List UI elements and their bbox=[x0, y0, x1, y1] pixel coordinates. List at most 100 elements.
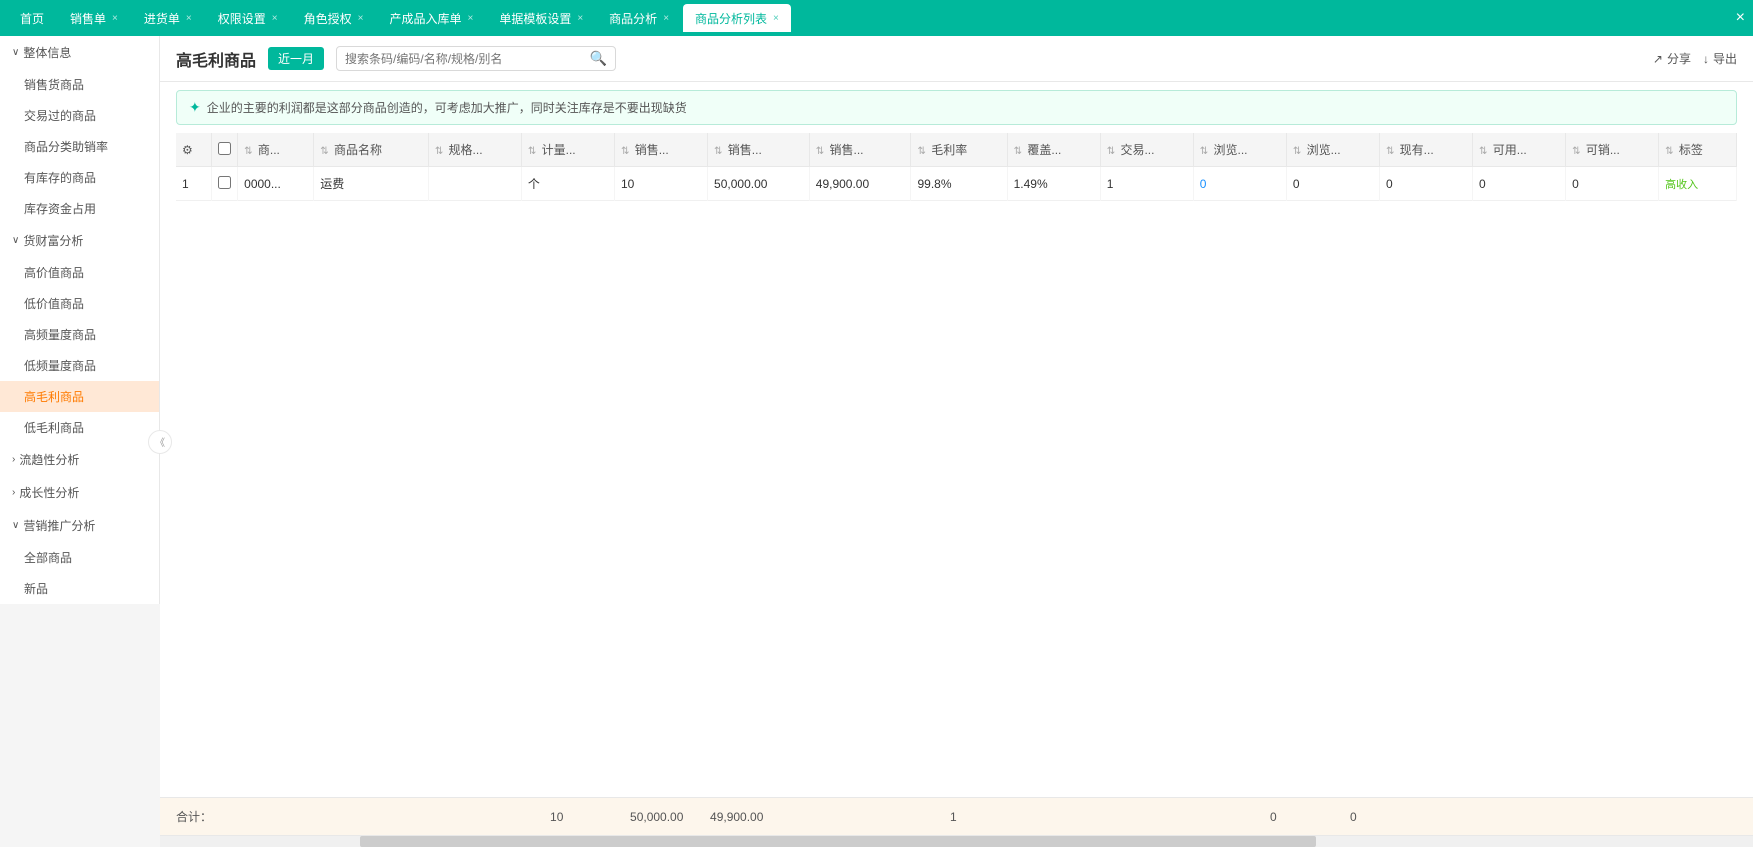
nav-tab-products[interactable]: 产成品入库单 × bbox=[377, 4, 485, 32]
info-banner: ✦ 企业的主要的利润都是这部分商品创造的，可考虑加大推广，同时关注库存是不要出现… bbox=[176, 90, 1737, 125]
sidebar-item-high-freq[interactable]: 高频量度商品 bbox=[0, 319, 159, 350]
cell-tag: 高收入 bbox=[1659, 167, 1737, 201]
sort-tag-icon: ⇅ bbox=[1665, 146, 1673, 157]
arrow-growth: › bbox=[12, 487, 15, 498]
sidebar-group-trend[interactable]: › 流趋性分析 bbox=[0, 443, 159, 476]
content-area: 高毛利商品 近一月 🔍 ↗ 分享 ↓ 导出 ✦ 企业的主要的利润都是这部分商品创… bbox=[160, 36, 1753, 847]
cell-saleable: 0 bbox=[1566, 167, 1659, 201]
col-tag[interactable]: ⇅ 标签 bbox=[1659, 133, 1737, 167]
close-analysis-tab[interactable]: × bbox=[663, 13, 669, 24]
col-sales-amount[interactable]: ⇅ 销售... bbox=[708, 133, 810, 167]
sidebar-item-new-goods[interactable]: 新品 bbox=[0, 573, 159, 604]
footer-sales-cost: 49,900.00 bbox=[704, 810, 784, 824]
main-layout: ∨ 整体信息 销售货商品 交易过的商品 商品分类助销率 有库存的商品 库存资金占… bbox=[0, 36, 1753, 847]
row-checkbox[interactable] bbox=[218, 176, 231, 189]
cell-sales-cost: 49,900.00 bbox=[809, 167, 911, 201]
footer-cells: 10 50,000.00 49,900.00 1 0 0 bbox=[224, 810, 1737, 824]
share-button[interactable]: ↗ 分享 bbox=[1653, 50, 1691, 67]
sidebar-group-marketing[interactable]: ∨ 营销推广分析 bbox=[0, 509, 159, 542]
sidebar-item-high-margin[interactable]: 高毛利商品 bbox=[0, 381, 159, 412]
close-all-tabs[interactable]: × bbox=[1736, 9, 1745, 27]
select-all-checkbox[interactable] bbox=[218, 142, 231, 155]
sort-name-icon: ⇅ bbox=[320, 146, 328, 157]
col-settings[interactable]: ⚙ bbox=[176, 133, 212, 167]
footer-sales-qty: 10 bbox=[544, 810, 624, 824]
close-purchase-tab[interactable]: × bbox=[186, 13, 192, 24]
nav-tab-templates[interactable]: 单据模板设置 × bbox=[487, 4, 595, 32]
nav-tab-analysis[interactable]: 商品分析 × bbox=[597, 4, 681, 32]
sidebar-item-traded-goods[interactable]: 交易过的商品 bbox=[0, 100, 159, 131]
sort-unit-icon: ⇅ bbox=[528, 146, 536, 157]
col-sales-cost[interactable]: ⇅ 销售... bbox=[809, 133, 911, 167]
sidebar-wrapper: ∨ 整体信息 销售货商品 交易过的商品 商品分类助销率 有库存的商品 库存资金占… bbox=[0, 36, 160, 847]
sort-browse2-icon: ⇅ bbox=[1293, 146, 1301, 157]
sidebar-group-financial[interactable]: ∨ 货财富分析 bbox=[0, 224, 159, 257]
col-sales-qty[interactable]: ⇅ 销售... bbox=[614, 133, 707, 167]
tag-badge: 高收入 bbox=[1665, 179, 1698, 191]
cell-unit: 个 bbox=[521, 167, 614, 201]
footer-spacer-6 bbox=[864, 810, 944, 824]
nav-tab-permissions[interactable]: 权限设置 × bbox=[206, 4, 290, 32]
info-icon: ✦ bbox=[189, 99, 201, 116]
cell-spec bbox=[428, 167, 521, 201]
nav-tab-purchase[interactable]: 进货单 × bbox=[132, 4, 204, 32]
table-container[interactable]: ⚙ ⇅ 商... ⇅ 商品名称 bbox=[160, 133, 1753, 797]
sidebar-item-low-value[interactable]: 低价值商品 bbox=[0, 288, 159, 319]
col-code[interactable]: ⇅ 商... bbox=[238, 133, 314, 167]
close-roles-tab[interactable]: × bbox=[358, 13, 364, 24]
col-unit[interactable]: ⇅ 计量... bbox=[521, 133, 614, 167]
sort-code-icon: ⇅ bbox=[244, 146, 252, 157]
cell-browse1[interactable]: 0 bbox=[1193, 167, 1286, 201]
col-trade[interactable]: ⇅ 交易... bbox=[1100, 133, 1193, 167]
footer-label: 合计： bbox=[176, 808, 212, 825]
sidebar-item-analysis-rate[interactable]: 商品分类助销率 bbox=[0, 131, 159, 162]
col-spec[interactable]: ⇅ 规格... bbox=[428, 133, 521, 167]
col-margin-rate[interactable]: ⇅ 毛利率 bbox=[911, 133, 1007, 167]
close-permissions-tab[interactable]: × bbox=[272, 13, 278, 24]
col-browse1[interactable]: ⇅ 浏览... bbox=[1193, 133, 1286, 167]
sidebar-item-all-goods[interactable]: 全部商品 bbox=[0, 542, 159, 573]
col-name[interactable]: ⇅ 商品名称 bbox=[314, 133, 429, 167]
sidebar-item-sales-goods[interactable]: 销售货商品 bbox=[0, 69, 159, 100]
nav-tab-sales[interactable]: 销售单 × bbox=[58, 4, 130, 32]
time-filter-button[interactable]: 近一月 bbox=[268, 47, 324, 70]
col-current[interactable]: ⇅ 现有... bbox=[1379, 133, 1472, 167]
bottom-scrollbar[interactable] bbox=[160, 835, 1753, 847]
cell-sales-qty: 10 bbox=[614, 167, 707, 201]
footer-spacer-5 bbox=[784, 810, 864, 824]
nav-tab-analysis-list[interactable]: 商品分析列表 × bbox=[683, 4, 791, 32]
search-icon[interactable]: 🔍 bbox=[590, 50, 607, 67]
sidebar-item-stocked-goods[interactable]: 有库存的商品 bbox=[0, 162, 159, 193]
sidebar-item-stock-occupy[interactable]: 库存资金占用 bbox=[0, 193, 159, 224]
sort-sales-amount-icon: ⇅ bbox=[714, 146, 722, 157]
close-sales-tab[interactable]: × bbox=[112, 13, 118, 24]
close-products-tab[interactable]: × bbox=[467, 13, 473, 24]
nav-tab-home[interactable]: 首页 bbox=[8, 4, 56, 32]
col-browse2[interactable]: ⇅ 浏览... bbox=[1286, 133, 1379, 167]
sidebar-item-low-margin[interactable]: 低毛利商品 bbox=[0, 412, 159, 443]
footer-trade: 1 bbox=[944, 810, 1024, 824]
share-icon: ↗ bbox=[1653, 52, 1663, 66]
scrollbar-thumb[interactable] bbox=[360, 836, 1316, 847]
cell-coverage: 1.49% bbox=[1007, 167, 1100, 201]
export-button[interactable]: ↓ 导出 bbox=[1703, 50, 1737, 67]
search-box: 🔍 bbox=[336, 46, 616, 71]
cell-code: 0000... bbox=[238, 167, 314, 201]
col-coverage[interactable]: ⇅ 覆盖... bbox=[1007, 133, 1100, 167]
col-available[interactable]: ⇅ 可用... bbox=[1473, 133, 1566, 167]
close-analysis-list-tab[interactable]: × bbox=[773, 13, 779, 24]
sidebar-collapse-button[interactable]: 《 bbox=[148, 430, 172, 454]
cell-available: 0 bbox=[1473, 167, 1566, 201]
cell-current: 0 bbox=[1379, 167, 1472, 201]
nav-tab-roles[interactable]: 角色授权 × bbox=[292, 4, 376, 32]
sidebar-item-low-freq[interactable]: 低频量度商品 bbox=[0, 350, 159, 381]
sidebar-item-high-value[interactable]: 高价值商品 bbox=[0, 257, 159, 288]
col-saleable[interactable]: ⇅ 可销... bbox=[1566, 133, 1659, 167]
close-templates-tab[interactable]: × bbox=[577, 13, 583, 24]
search-input[interactable] bbox=[345, 52, 584, 66]
sidebar-group-overall[interactable]: ∨ 整体信息 bbox=[0, 36, 159, 69]
browse1-link[interactable]: 0 bbox=[1200, 177, 1207, 191]
export-icon: ↓ bbox=[1703, 52, 1709, 66]
footer-spacer-7 bbox=[1024, 810, 1104, 824]
sidebar-group-growth[interactable]: › 成长性分析 bbox=[0, 476, 159, 509]
